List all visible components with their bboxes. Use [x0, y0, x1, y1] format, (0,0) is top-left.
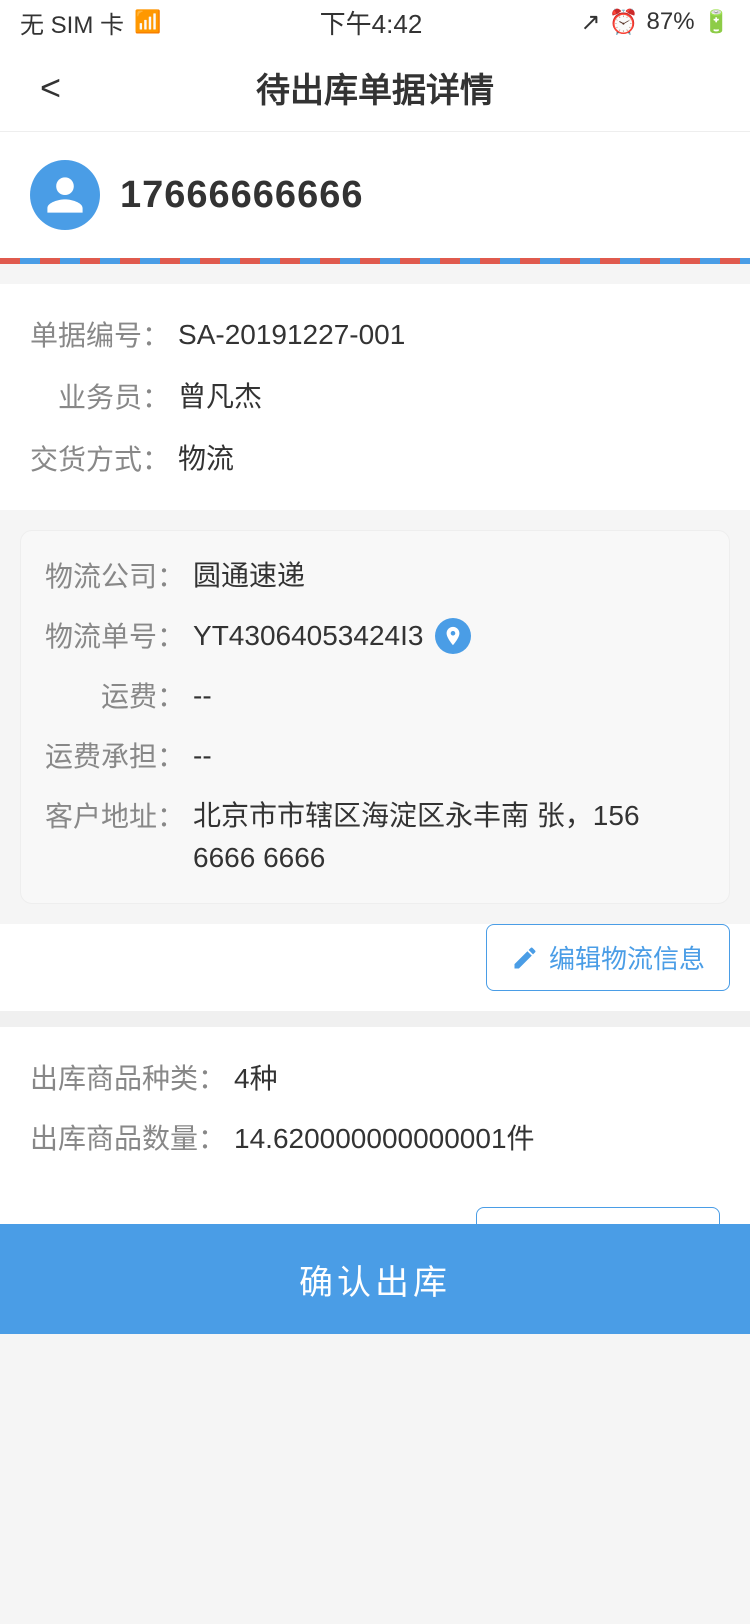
- delivery-label: 交货方式：: [30, 438, 170, 478]
- product-quantity-label: 出库商品数量：: [30, 1117, 226, 1157]
- address-label: 客户地址：: [45, 795, 185, 835]
- battery-text: 87%: [647, 8, 695, 36]
- back-button[interactable]: <: [30, 57, 71, 119]
- logistics-tracking-value: YT43064053424I3: [193, 615, 705, 657]
- salesman-value: 曾凡杰: [178, 376, 720, 418]
- freight-value: --: [193, 675, 705, 717]
- alarm-icon: ⏰: [609, 8, 639, 37]
- section-separator: [0, 1011, 750, 1027]
- logistics-company-label: 物流公司：: [45, 555, 185, 595]
- status-time: 下午4:42: [320, 4, 423, 41]
- page-content: 17666666666 单据编号： SA-20191227-001 业务员： 曾…: [0, 132, 750, 1624]
- product-type-value: 4种: [234, 1057, 278, 1097]
- tracking-number: YT43064053424I3: [193, 615, 423, 657]
- order-no-value: SA-20191227-001: [178, 314, 720, 356]
- product-quantity-row: 出库商品数量： 14.620000000000001件: [30, 1117, 720, 1157]
- avatar: [30, 160, 100, 230]
- carrier-text: 无 SIM 卡: [20, 5, 124, 40]
- confirm-outbound-button[interactable]: 确认出库: [0, 1224, 750, 1334]
- product-type-label: 出库商品种类：: [30, 1057, 226, 1097]
- order-no-row: 单据编号： SA-20191227-001: [30, 314, 720, 356]
- freight-bear-row: 运费承担： --: [45, 735, 705, 777]
- status-bar: 无 SIM 卡 📶 下午4:42 ↗ ⏰ 87% 🔋: [0, 0, 750, 44]
- page-title: 待出库单据详情: [256, 63, 494, 112]
- salesman-row: 业务员： 曾凡杰: [30, 376, 720, 418]
- product-quantity-value: 14.620000000000001件: [234, 1117, 535, 1157]
- logistics-card: 物流公司： 圆通速递 物流单号： YT43064053424I3 运费： -- …: [20, 530, 730, 904]
- order-no-label: 单据编号：: [30, 314, 170, 354]
- address-row: 客户地址： 北京市市辖区海淀区永丰南 张，156 6666 6666: [45, 795, 705, 879]
- logistics-company-value: 圆通速递: [193, 555, 705, 597]
- user-header: 17666666666: [0, 132, 750, 258]
- logistics-tracking-row: 物流单号： YT43064053424I3: [45, 615, 705, 657]
- battery-icon: 🔋: [703, 9, 730, 35]
- map-pin-icon: [442, 625, 464, 647]
- stats-section: 出库商品种类： 4种 出库商品数量： 14.620000000000001件: [0, 1027, 750, 1187]
- tracking-location-button[interactable]: [435, 618, 471, 654]
- user-phone: 17666666666: [120, 174, 363, 217]
- confirm-outbound-label: 确认出库: [299, 1255, 451, 1304]
- status-right: ↗ ⏰ 87% 🔋: [581, 8, 730, 37]
- wifi-icon: 📶: [134, 9, 161, 35]
- logistics-tracking-label: 物流单号：: [45, 615, 185, 655]
- address-value: 北京市市辖区海淀区永丰南 张，156 6666 6666: [193, 795, 705, 879]
- nav-bar: < 待出库单据详情: [0, 44, 750, 132]
- freight-bear-label: 运费承担：: [45, 735, 185, 775]
- edit-icon: [511, 944, 539, 972]
- user-avatar-icon: [43, 173, 87, 217]
- delivery-row: 交货方式： 物流: [30, 438, 720, 480]
- edit-logistics-label: 编辑物流信息: [549, 939, 705, 976]
- logistics-company-row: 物流公司： 圆通速递: [45, 555, 705, 597]
- edit-logistics-button[interactable]: 编辑物流信息: [486, 924, 730, 991]
- dashed-divider: [0, 258, 750, 264]
- location-status-icon: ↗: [581, 8, 601, 37]
- basic-info-section: 单据编号： SA-20191227-001 业务员： 曾凡杰 交货方式： 物流: [0, 284, 750, 510]
- freight-row: 运费： --: [45, 675, 705, 717]
- bottom-spacer: [0, 1304, 750, 1504]
- edit-btn-row: 编辑物流信息: [0, 924, 750, 1011]
- freight-bear-value: --: [193, 735, 705, 777]
- salesman-label: 业务员：: [30, 376, 170, 416]
- status-left: 无 SIM 卡 📶: [20, 5, 161, 40]
- freight-label: 运费：: [45, 675, 185, 715]
- product-type-row: 出库商品种类： 4种: [30, 1057, 720, 1097]
- delivery-value: 物流: [178, 438, 720, 480]
